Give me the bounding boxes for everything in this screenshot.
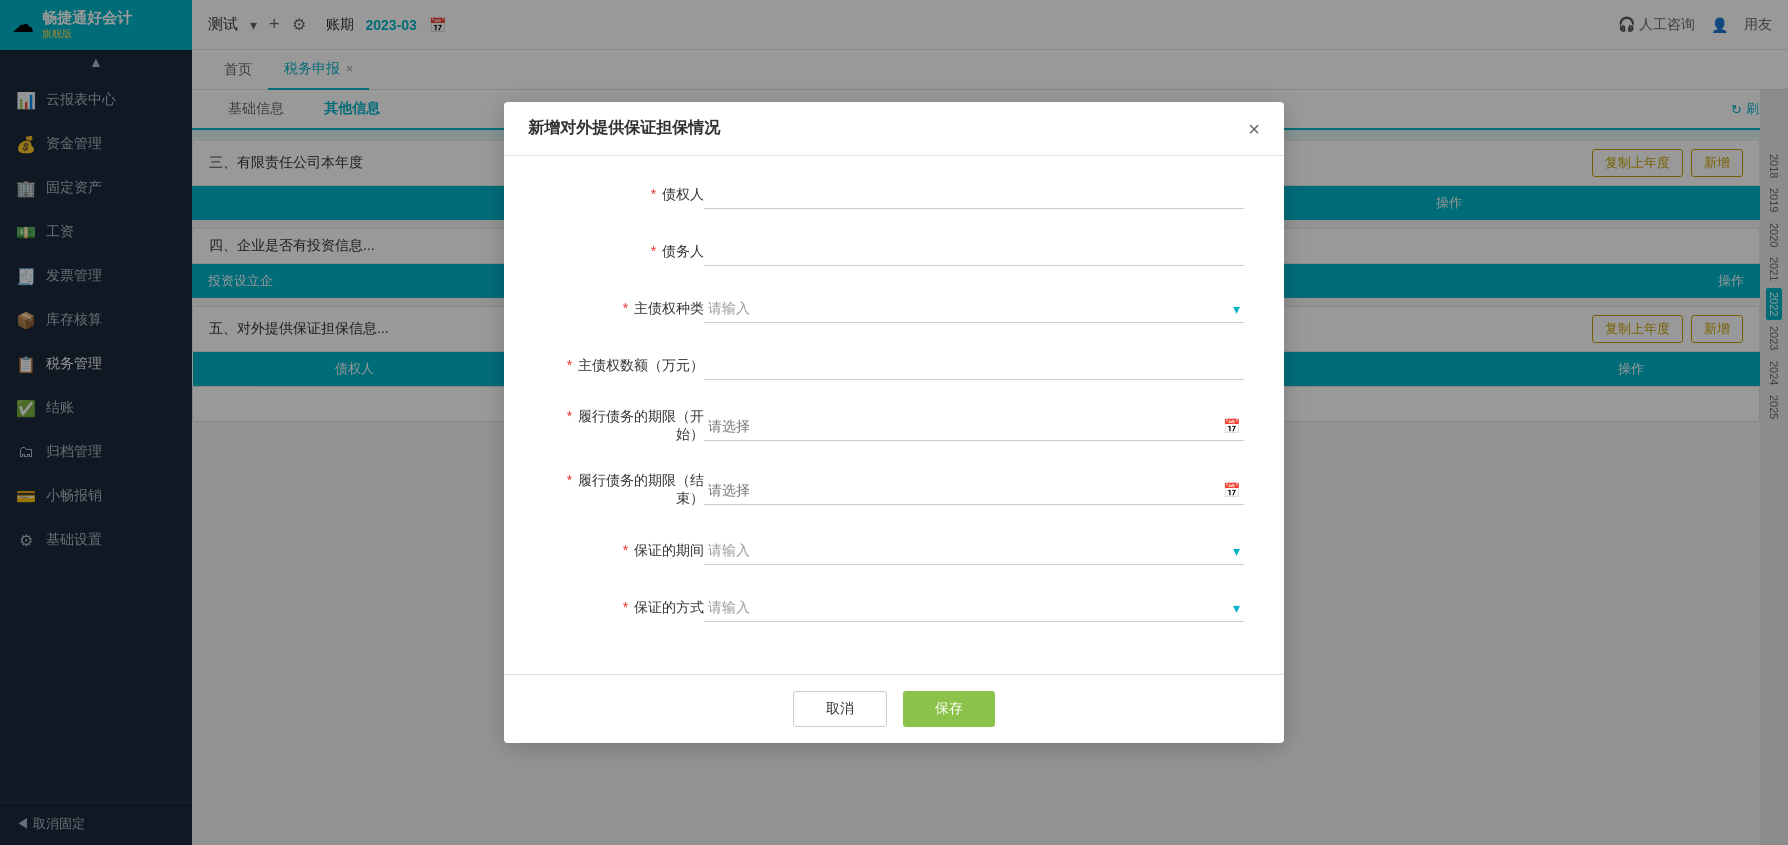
label-zhaimuren: * 债务人 <box>544 243 704 261</box>
select-zhuzhaiquanzhonglei[interactable]: 请输入 <box>704 294 1244 323</box>
date-wrap-start: 📅 <box>704 412 1244 441</box>
select-wrap-baozhengfangshi: 请输入 ▾ <box>704 593 1244 622</box>
select-wrap-zhuzhaiquanzhonglei: 请输入 ▾ <box>704 294 1244 323</box>
select-baozhengfangshi[interactable]: 请输入 <box>704 593 1244 622</box>
select-baozhengqijian[interactable]: 请输入 <box>704 536 1244 565</box>
date-input-end[interactable] <box>704 476 1244 505</box>
form-row-zhuzhaiquanzhonglei: * 主债权种类 请输入 ▾ <box>544 294 1244 323</box>
label-zhuzhaiquanshue: * 主债权数额（万元） <box>544 357 704 375</box>
modal-header: 新增对外提供保证担保情况 × <box>504 102 1284 156</box>
label-baozhengqijian: * 保证的期间 <box>544 542 704 560</box>
input-zhaiquanren[interactable] <box>704 180 1244 209</box>
modal-body: * 债权人 * 债务人 * 主债权种类 <box>504 156 1284 674</box>
input-zhaimuren[interactable] <box>704 237 1244 266</box>
form-row-baozhengqijian: * 保证的期间 请输入 ▾ <box>544 536 1244 565</box>
label-lvxing-start: * 履行债务的期限（开始） <box>544 408 704 444</box>
modal-close-button[interactable]: × <box>1248 119 1260 139</box>
select-wrap-baozhengqijian: 请输入 ▾ <box>704 536 1244 565</box>
label-lvxing-end: * 履行债务的期限（结束） <box>544 472 704 508</box>
modal-overlay[interactable]: 新增对外提供保证担保情况 × * 债权人 * 债务人 <box>0 0 1788 845</box>
form-row-lvxing-start: * 履行债务的期限（开始） 📅 <box>544 408 1244 444</box>
form-row-baozhengfangshi: * 保证的方式 请输入 ▾ <box>544 593 1244 622</box>
modal-footer: 取消 保存 <box>504 674 1284 743</box>
form-row-zhuzhaiquanshue: * 主债权数额（万元） <box>544 351 1244 380</box>
label-zhuzhaiquanzhonglei: * 主债权种类 <box>544 300 704 318</box>
modal-dialog: 新增对外提供保证担保情况 × * 债权人 * 债务人 <box>504 102 1284 743</box>
input-zhuzhaiquanshue[interactable] <box>704 351 1244 380</box>
label-baozhengfangshi: * 保证的方式 <box>544 599 704 617</box>
save-button[interactable]: 保存 <box>903 691 995 727</box>
cancel-button[interactable]: 取消 <box>793 691 887 727</box>
form-row-zhaiquanren: * 债权人 <box>544 180 1244 209</box>
modal-title: 新增对外提供保证担保情况 <box>528 118 720 139</box>
form-row-lvxing-end: * 履行债务的期限（结束） 📅 <box>544 472 1244 508</box>
form-row-zhaimuren: * 债务人 <box>544 237 1244 266</box>
label-zhaiquanren: * 债权人 <box>544 186 704 204</box>
date-wrap-end: 📅 <box>704 476 1244 505</box>
date-input-start[interactable] <box>704 412 1244 441</box>
